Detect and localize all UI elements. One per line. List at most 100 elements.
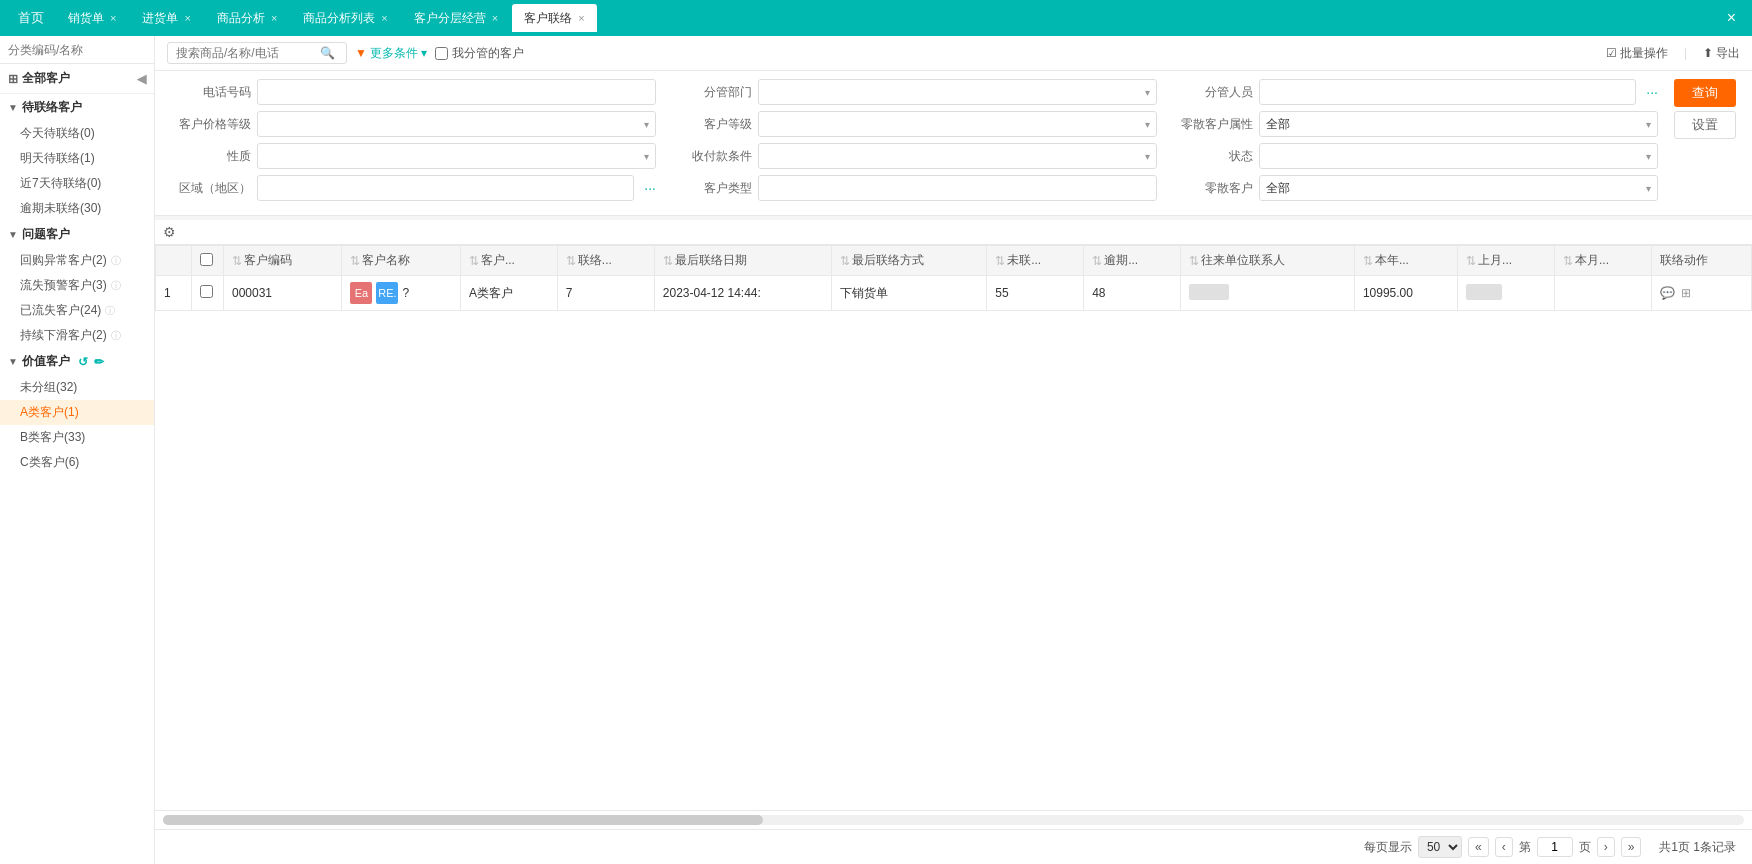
info-icon-1: ⓘ [111, 279, 121, 293]
contact-person-placeholder [1189, 284, 1229, 300]
filter-select-price-grade[interactable]: ▾ [257, 111, 656, 137]
sidebar-item-classB[interactable]: B类客户(33) [0, 425, 154, 450]
filter-mine-checkbox-area[interactable]: 我分管的客户 [435, 45, 524, 62]
per-page-label: 每页显示 [1364, 839, 1412, 856]
filter-select-retail[interactable]: 全部 ▾ [1259, 175, 1658, 201]
close-all-tabs[interactable]: × [1719, 9, 1744, 27]
cell-overdue: 48 [1084, 276, 1181, 311]
sidebar-all-customers-header: ⊞ 全部客户 ◀ [0, 64, 154, 94]
close-tab-0[interactable]: × [110, 12, 116, 24]
filter-mine-checkbox[interactable] [435, 47, 448, 60]
query-button[interactable]: 查询 [1674, 79, 1736, 107]
filter-input-customer-type[interactable] [758, 175, 1157, 201]
filter-select-customer-grade[interactable]: ▾ [758, 111, 1157, 137]
table-toolbar: ⚙ [155, 220, 1752, 245]
col-code: ⇅ 客户编码 [224, 246, 342, 276]
nav-home[interactable]: 首页 [8, 9, 54, 27]
nav-tab-5[interactable]: 客户联络 × [512, 4, 596, 32]
filter-label-retail-attr: 零散客户属性 [1173, 116, 1253, 133]
filter-input-region[interactable] [257, 175, 634, 201]
prev-btn[interactable]: ‹ [1495, 837, 1513, 857]
filter-row-3: 性质 ▾ 收付款条件 ▾ [171, 143, 1658, 169]
sidebar-item-lost[interactable]: 已流失客户(24) ⓘ [0, 298, 154, 323]
filter-cell-retail: 零散客户 全部 ▾ [1173, 175, 1658, 201]
next-group-btn[interactable]: » [1621, 837, 1642, 857]
filter-cell-customer-type: 客户类型 [672, 175, 1157, 201]
scrollbar-thumb[interactable] [163, 815, 763, 825]
per-page-select[interactable]: 50 [1418, 836, 1462, 858]
info-icon-3: ⓘ [111, 329, 121, 343]
close-tab-1[interactable]: × [184, 12, 190, 24]
more-dots-icon[interactable]: ··· [1646, 84, 1658, 100]
filter-input-manager[interactable] [1259, 79, 1636, 105]
sidebar-item-declining[interactable]: 持续下滑客户(2) ⓘ [0, 323, 154, 348]
sidebar-item-7days[interactable]: 近7天待联络(0) [0, 171, 154, 196]
col-checkbox [192, 246, 224, 276]
sidebar-item-abnormal[interactable]: 回购异常客户(2) ⓘ [0, 248, 154, 273]
filter-select-dept[interactable]: ▾ [758, 79, 1157, 105]
chevron-down-icon-3: ▾ [1145, 119, 1150, 130]
filter-cell-region: 区域（地区） ··· [171, 175, 656, 201]
nav-tab-1[interactable]: 进货单 × [130, 4, 202, 32]
sidebar-item-unclassified[interactable]: 未分组(32) [0, 375, 154, 400]
sidebar-group-value[interactable]: ▼ 价值客户 ↺ ✏ [0, 348, 154, 375]
more-dots-icon-2[interactable]: ··· [644, 180, 656, 196]
col-last-contact-method: ⇅ 最后联络方式 [831, 246, 986, 276]
prev-group-btn[interactable]: « [1468, 837, 1489, 857]
customer-table: ⇅ 客户编码 ⇅ 客户名称 [155, 245, 1752, 311]
col-this-month: ⇅ 本月... [1555, 246, 1652, 276]
settings-button[interactable]: 设置 [1674, 111, 1736, 139]
sort-icon: ⇅ [232, 254, 242, 268]
nav-tab-2[interactable]: 商品分析 × [205, 4, 289, 32]
row-checkbox[interactable] [200, 285, 213, 298]
sidebar-item-warning[interactable]: 流失预警客户(3) ⓘ [0, 273, 154, 298]
export-btn[interactable]: ⬆ 导出 [1703, 45, 1740, 62]
page-input[interactable] [1537, 837, 1573, 857]
sidebar-group-problem[interactable]: ▼ 问题客户 [0, 221, 154, 248]
nav-tab-3[interactable]: 商品分析列表 × [291, 4, 399, 32]
contact-method-link[interactable]: 下销货单 [840, 286, 888, 300]
filter-more-btn[interactable]: ▼ 更多条件 ▾ [355, 45, 427, 62]
sidebar-group-pending-contact[interactable]: ▼ 待联络客户 [0, 94, 154, 121]
filter-input-phone[interactable] [257, 79, 656, 105]
qr-icon[interactable]: ⊞ [1681, 286, 1691, 300]
sort-icon-3: ⇅ [469, 254, 479, 268]
sort-icon-8: ⇅ [1092, 254, 1102, 268]
cell-customer-type: A类客户 [460, 276, 557, 311]
sidebar-item-today[interactable]: 今天待联络(0) [0, 121, 154, 146]
filter-select-nature[interactable]: ▾ [257, 143, 656, 169]
filter-search-input[interactable] [176, 46, 316, 60]
filter-cell-customer-grade: 客户等级 ▾ [672, 111, 1157, 137]
filter-select-retail-attr[interactable]: 全部 ▾ [1259, 111, 1658, 137]
edit-group-icon[interactable]: ✏ [94, 355, 104, 369]
select-all-checkbox[interactable] [200, 253, 213, 266]
gear-settings-icon[interactable]: ⚙ [163, 224, 176, 240]
add-group-icon[interactable]: ↺ [78, 355, 88, 369]
nav-tab-0[interactable]: 销货单 × [56, 4, 128, 32]
batch-operation-btn[interactable]: ☑ 批量操作 [1606, 45, 1668, 62]
cell-code: 000031 [224, 276, 342, 311]
close-tab-2[interactable]: × [271, 12, 277, 24]
filter-cell-status: 状态 ▾ [1173, 143, 1658, 169]
cell-not-contacted: 55 [987, 276, 1084, 311]
divider: | [1684, 46, 1687, 60]
sidebar-search-input[interactable] [8, 43, 155, 57]
close-tab-3[interactable]: × [381, 12, 387, 24]
sidebar-item-overdue[interactable]: 逾期未联络(30) [0, 196, 154, 221]
sidebar-item-classC[interactable]: C类客户(6) [0, 450, 154, 475]
filter-select-status[interactable]: ▾ [1259, 143, 1658, 169]
next-btn[interactable]: › [1597, 837, 1615, 857]
sidebar-collapse-icon[interactable]: ◀ [137, 72, 146, 86]
close-tab-4[interactable]: × [492, 12, 498, 24]
name-suffix: ? [402, 286, 409, 300]
filter-label-nature: 性质 [171, 148, 251, 165]
close-tab-5[interactable]: × [578, 12, 584, 24]
chat-icon[interactable]: 💬 [1660, 286, 1675, 300]
sidebar-item-tomorrow[interactable]: 明天待联络(1) [0, 146, 154, 171]
cell-contact-person [1181, 276, 1355, 311]
filter-select-payment[interactable]: ▾ [758, 143, 1157, 169]
nav-tab-4[interactable]: 客户分层经营 × [402, 4, 510, 32]
sidebar-item-classA[interactable]: A类客户(1) [0, 400, 154, 425]
top-nav: 首页 销货单 × 进货单 × 商品分析 × 商品分析列表 × 客户分层经营 × … [0, 0, 1752, 36]
sort-icon-12: ⇅ [1563, 254, 1573, 268]
